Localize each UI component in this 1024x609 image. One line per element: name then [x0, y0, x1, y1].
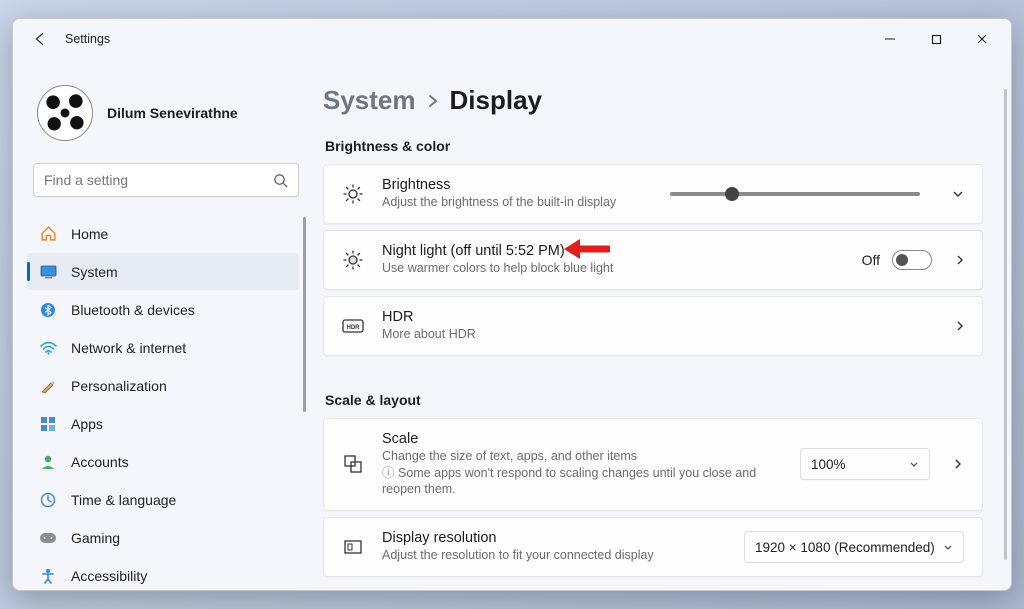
breadcrumb-parent[interactable]: System	[323, 85, 416, 116]
sidebar-item-label: Home	[71, 226, 108, 242]
chevron-down-icon[interactable]	[952, 190, 964, 198]
sidebar-item-apps[interactable]: Apps	[27, 405, 299, 442]
sidebar-nav: Home System Bluetooth & devices Network …	[27, 215, 309, 591]
sidebar-item-label: Apps	[71, 416, 103, 432]
resolution-icon	[342, 537, 364, 557]
window-controls	[867, 19, 1005, 59]
chevron-right-icon[interactable]	[950, 254, 964, 266]
brightness-slider[interactable]	[670, 192, 920, 196]
bluetooth-icon	[39, 301, 57, 319]
chevron-right-icon[interactable]	[950, 320, 964, 332]
close-button[interactable]	[959, 19, 1005, 59]
sidebar-item-home[interactable]: Home	[27, 215, 299, 252]
sidebar-item-label: Personalization	[71, 378, 167, 394]
sidebar-item-time[interactable]: Time & language	[27, 481, 299, 518]
resolution-dropdown[interactable]: 1920 × 1080 (Recommended)	[744, 531, 964, 563]
profile[interactable]: Dilum Senevirathne	[27, 73, 309, 159]
scale-card[interactable]: Scale Change the size of text, apps, and…	[323, 418, 983, 512]
accounts-icon	[39, 453, 57, 471]
card-subtitle: More about HDR	[382, 326, 932, 343]
night-light-card[interactable]: Night light (off until 5:52 PM) Use warm…	[323, 230, 983, 290]
settings-window: Settings Dilum Senevirathne	[12, 18, 1012, 591]
brightness-card[interactable]: Brightness Adjust the brightness of the …	[323, 164, 983, 224]
resolution-card[interactable]: Display resolution Adjust the resolution…	[323, 517, 983, 577]
gaming-icon	[39, 529, 57, 547]
scrollbar[interactable]	[1004, 89, 1007, 560]
time-icon	[39, 491, 57, 509]
sidebar-item-label: System	[71, 264, 118, 280]
scale-icon	[342, 454, 364, 474]
hdr-icon: HDR	[342, 318, 364, 334]
window-title: Settings	[65, 32, 110, 46]
search-input[interactable]	[44, 172, 273, 188]
section-scale-layout: Scale & layout	[325, 392, 983, 408]
sidebar-item-label: Gaming	[71, 530, 120, 546]
card-title: HDR	[382, 309, 932, 325]
dropdown-value: 100%	[811, 457, 846, 472]
sidebar-item-gaming[interactable]: Gaming	[27, 519, 299, 556]
sidebar-item-system[interactable]: System	[27, 253, 299, 290]
chevron-down-icon	[909, 461, 919, 468]
dropdown-value: 1920 × 1080 (Recommended)	[755, 540, 935, 555]
section-brightness-color: Brightness & color	[325, 138, 983, 154]
sidebar: Dilum Senevirathne Home System	[13, 59, 313, 590]
search-icon	[273, 173, 288, 188]
titlebar: Settings	[13, 19, 1011, 59]
sidebar-item-label: Time & language	[71, 492, 176, 508]
card-title: Display resolution	[382, 530, 726, 546]
personalization-icon	[39, 377, 57, 395]
maximize-button[interactable]	[913, 19, 959, 59]
minimize-button[interactable]	[867, 19, 913, 59]
night-light-icon	[342, 250, 364, 270]
sidebar-item-personalization[interactable]: Personalization	[27, 367, 299, 404]
chevron-right-icon	[428, 94, 438, 108]
scale-dropdown[interactable]: 100%	[800, 448, 930, 480]
card-title: Night light (off until 5:52 PM)	[382, 243, 844, 259]
sidebar-item-network[interactable]: Network & internet	[27, 329, 299, 366]
sidebar-item-label: Accessibility	[71, 568, 147, 584]
sun-icon	[342, 184, 364, 204]
card-subtitle: Use warmer colors to help block blue lig…	[382, 260, 844, 277]
sidebar-item-bluetooth[interactable]: Bluetooth & devices	[27, 291, 299, 328]
sidebar-item-label: Network & internet	[71, 340, 186, 356]
card-subtitle: Adjust the brightness of the built-in di…	[382, 194, 652, 211]
system-icon	[39, 263, 57, 281]
chevron-down-icon	[943, 544, 953, 551]
sidebar-item-label: Accounts	[71, 454, 129, 470]
card-title: Scale	[382, 431, 782, 447]
back-button[interactable]	[19, 19, 59, 59]
home-icon	[39, 225, 57, 243]
user-name: Dilum Senevirathne	[107, 105, 238, 121]
sidebar-item-label: Bluetooth & devices	[71, 302, 195, 318]
accessibility-icon	[39, 567, 57, 585]
card-subtitle: Change the size of text, apps, and other…	[382, 448, 782, 499]
toggle-state-label: Off	[862, 252, 880, 268]
hdr-card[interactable]: HDR HDR More about HDR	[323, 296, 983, 356]
sidebar-item-accessibility[interactable]: Accessibility	[27, 557, 299, 591]
night-light-toggle[interactable]	[892, 250, 932, 270]
svg-text:HDR: HDR	[347, 325, 361, 331]
sidebar-item-accounts[interactable]: Accounts	[27, 443, 299, 480]
card-title: Brightness	[382, 177, 652, 193]
breadcrumb-current: Display	[450, 85, 543, 116]
content: System Display Brightness & color Bright…	[313, 59, 1011, 590]
apps-icon	[39, 415, 57, 433]
chevron-right-icon[interactable]	[948, 458, 962, 470]
network-icon	[39, 339, 57, 357]
avatar	[37, 85, 93, 141]
breadcrumb: System Display	[323, 85, 983, 116]
search-box[interactable]	[33, 163, 299, 197]
card-subtitle: Adjust the resolution to fit your connec…	[382, 547, 726, 564]
